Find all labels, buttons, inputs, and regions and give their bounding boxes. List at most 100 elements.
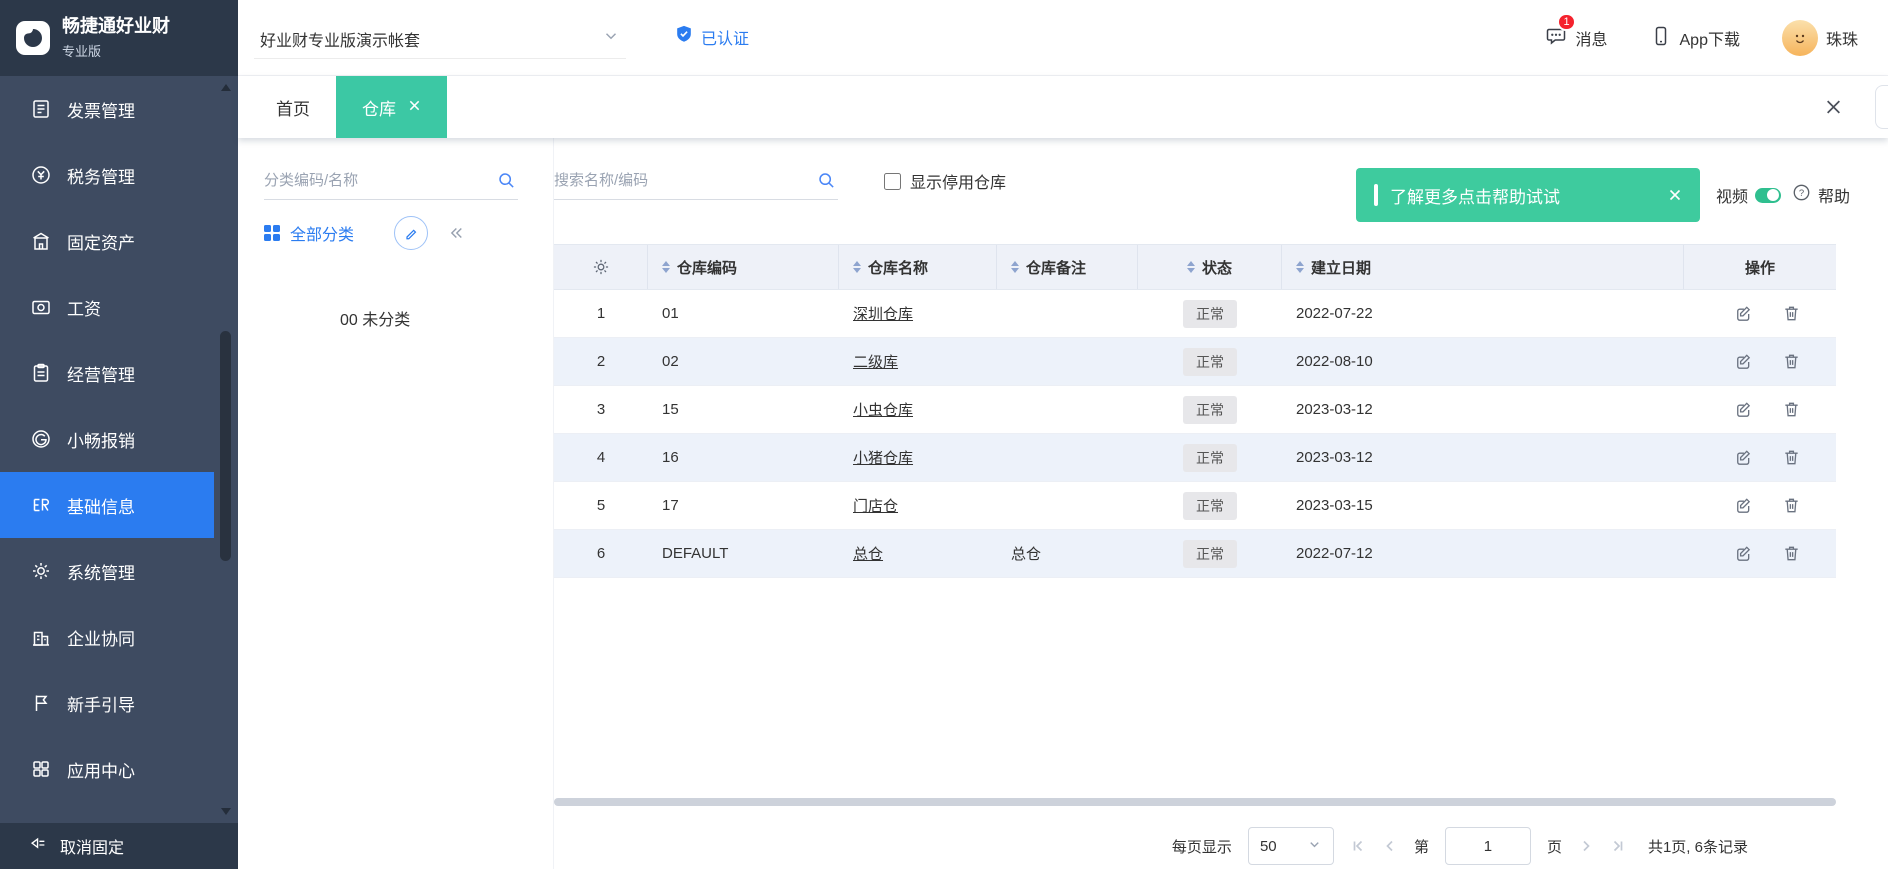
sidebar-item-system[interactable]: 系统管理 xyxy=(0,538,214,604)
category-item-uncategorized[interactable]: 00 未分类 xyxy=(340,306,410,330)
per-page-select[interactable]: 50 xyxy=(1247,827,1334,865)
show-disabled-checkbox[interactable] xyxy=(884,172,901,190)
video-toggle[interactable]: 视频 xyxy=(1716,184,1782,206)
tab-warehouse[interactable]: 仓库 xyxy=(336,76,447,138)
edit-row-icon[interactable] xyxy=(1733,400,1752,419)
search-icon[interactable] xyxy=(817,171,836,194)
edit-row-icon[interactable] xyxy=(1733,304,1752,323)
toast-accent-bar xyxy=(1374,184,1378,206)
sidebar-scrollbar[interactable] xyxy=(214,76,238,823)
show-disabled-toggle[interactable]: 显示停用仓库 xyxy=(884,170,1006,192)
video-switch-icon[interactable] xyxy=(1755,187,1782,203)
verified-badge[interactable]: 已认证 xyxy=(674,24,749,49)
delete-row-icon[interactable] xyxy=(1782,400,1801,419)
last-page-button[interactable] xyxy=(1610,838,1626,854)
sidebar-item-collaboration[interactable]: 企业协同 xyxy=(0,604,214,670)
status-badge: 正常 xyxy=(1183,443,1237,472)
account-set-value: 好业财专业版演示帐套 xyxy=(260,32,421,50)
sidebar-item-label: 新手引导 xyxy=(67,695,135,715)
tab-close-icon[interactable] xyxy=(408,97,421,117)
sort-icons[interactable] xyxy=(853,261,861,273)
warehouse-name-link[interactable]: 门店仓 xyxy=(853,495,898,516)
tab-warehouse-label: 仓库 xyxy=(362,99,396,119)
tab-home[interactable]: 首页 xyxy=(250,76,336,138)
prev-page-button[interactable] xyxy=(1382,838,1398,854)
row-index: 4 xyxy=(596,449,606,466)
table-header-row: 仓库编码 仓库名称 仓库备注 状态 建立日期 操作 xyxy=(554,244,1836,290)
column-header-note[interactable]: 仓库备注 xyxy=(997,245,1138,289)
toast-close-icon[interactable] xyxy=(1668,188,1682,202)
edit-row-icon[interactable] xyxy=(1733,496,1752,515)
sort-icons[interactable] xyxy=(1296,261,1304,273)
column-header-name[interactable]: 仓库名称 xyxy=(839,245,997,289)
warehouse-note xyxy=(997,290,1138,337)
table-row[interactable]: 2 02 二级库 正常 2022-08-10 xyxy=(554,338,1836,386)
category-search-input[interactable] xyxy=(264,172,518,189)
status-badge: 正常 xyxy=(1183,491,1237,520)
search-icon[interactable] xyxy=(497,171,516,194)
delete-row-icon[interactable] xyxy=(1782,544,1801,563)
column-settings-button[interactable] xyxy=(554,245,648,289)
messages-button[interactable]: 1 消息 xyxy=(1545,12,1608,52)
column-header-status[interactable]: 状态 xyxy=(1138,245,1282,289)
table-row[interactable]: 4 16 小猪仓库 正常 2023-03-12 xyxy=(554,434,1836,482)
next-page-button[interactable] xyxy=(1578,838,1594,854)
delete-row-icon[interactable] xyxy=(1782,448,1801,467)
sidebar-item-invoice[interactable]: 发票管理 xyxy=(0,76,214,142)
brand-edition: 专业版 xyxy=(62,43,102,59)
column-header-date[interactable]: 建立日期 xyxy=(1282,245,1684,289)
table-row[interactable]: 3 15 小虫仓库 正常 2023-03-12 xyxy=(554,386,1836,434)
unpin-sidebar-button[interactable]: 取消固定 xyxy=(0,823,238,869)
warehouse-table: 仓库编码 仓库名称 仓库备注 状态 建立日期 操作 1 01 深圳仓库 正常 2… xyxy=(554,244,1836,578)
warehouse-name-link[interactable]: 深圳仓库 xyxy=(853,303,913,324)
scroll-up-arrow-icon[interactable] xyxy=(221,84,231,91)
sort-icons[interactable] xyxy=(1186,261,1195,273)
edit-row-icon[interactable] xyxy=(1733,352,1752,371)
delete-row-icon[interactable] xyxy=(1782,496,1801,515)
sidebar-item-app-center[interactable]: 应用中心 xyxy=(0,736,214,802)
warehouse-name-link[interactable]: 小虫仓库 xyxy=(853,399,913,420)
user-menu[interactable]: 珠珠 xyxy=(1781,20,1858,56)
warehouse-name-link[interactable]: 总仓 xyxy=(853,543,883,564)
all-categories-label[interactable]: 全部分类 xyxy=(290,221,354,245)
edit-row-icon[interactable] xyxy=(1733,448,1752,467)
sidebar-item-salary[interactable]: 工资 xyxy=(0,274,214,340)
close-tabs-icon[interactable] xyxy=(1825,99,1842,116)
salary-icon xyxy=(30,296,52,318)
sidebar-item-basic-info[interactable]: 基础信息 xyxy=(0,472,214,538)
app-download-button[interactable]: App下载 xyxy=(1650,25,1740,52)
table-row[interactable]: 6 DEFAULT 总仓 总仓 正常 2022-07-12 xyxy=(554,530,1836,578)
sort-icons[interactable] xyxy=(662,261,670,273)
row-index: 1 xyxy=(596,305,606,322)
help-toast: 了解更多点击帮助试试 xyxy=(1356,168,1700,222)
page-number-input[interactable] xyxy=(1444,827,1531,865)
first-page-button[interactable] xyxy=(1350,838,1366,854)
tax-icon xyxy=(30,164,52,186)
horizontal-scrollbar[interactable] xyxy=(554,798,1836,806)
sort-icons[interactable] xyxy=(1011,261,1019,273)
sidebar-item-expense[interactable]: 小畅报销 xyxy=(0,406,214,472)
per-page-value: 50 xyxy=(1259,837,1277,855)
sidebar-item-operations[interactable]: 经营管理 xyxy=(0,340,214,406)
scroll-down-arrow-icon[interactable] xyxy=(221,808,231,815)
warehouse-search-input[interactable] xyxy=(554,172,838,189)
warehouse-name-link[interactable]: 小猪仓库 xyxy=(853,447,913,468)
scrollbar-thumb[interactable] xyxy=(220,331,231,561)
side-drawer-handle[interactable] xyxy=(1875,85,1888,129)
sidebar-item-fixed-assets[interactable]: 固定资产 xyxy=(0,208,214,274)
warehouse-note xyxy=(997,338,1138,385)
status-badge: 正常 xyxy=(1183,539,1237,568)
column-header-code[interactable]: 仓库编码 xyxy=(648,245,839,289)
edit-categories-button[interactable] xyxy=(394,216,429,250)
sidebar-item-guide[interactable]: 新手引导 xyxy=(0,670,214,736)
account-set-select[interactable]: 好业财专业版演示帐套 xyxy=(254,19,626,59)
table-row[interactable]: 5 17 门店仓 正常 2023-03-15 xyxy=(554,482,1836,530)
collapse-panel-icon[interactable] xyxy=(446,224,464,242)
edit-row-icon[interactable] xyxy=(1733,544,1752,563)
sidebar-item-tax[interactable]: 税务管理 xyxy=(0,142,214,208)
warehouse-name-link[interactable]: 二级库 xyxy=(853,351,898,372)
delete-row-icon[interactable] xyxy=(1782,304,1801,323)
delete-row-icon[interactable] xyxy=(1782,352,1801,371)
help-button[interactable]: ? 帮助 xyxy=(1792,184,1850,206)
table-row[interactable]: 1 01 深圳仓库 正常 2022-07-22 xyxy=(554,290,1836,338)
